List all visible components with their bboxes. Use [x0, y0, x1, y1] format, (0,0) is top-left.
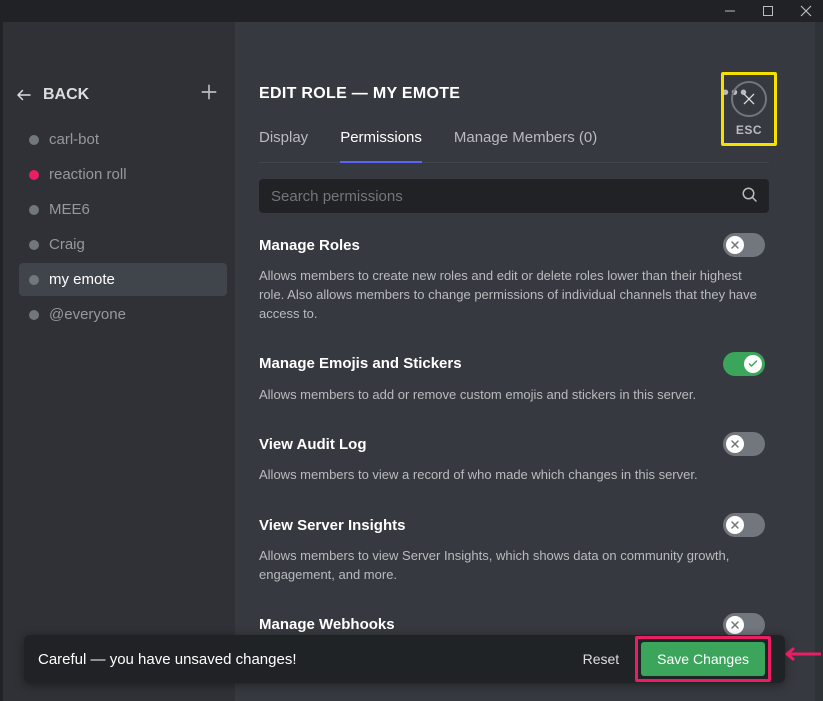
window-titlebar — [0, 0, 823, 22]
close-settings-button[interactable] — [731, 81, 767, 117]
page-title: EDIT ROLE — MY EMOTE — [259, 85, 460, 103]
search-permissions-input[interactable] — [259, 179, 769, 213]
unsaved-changes-toast: Careful — you have unsaved changes! Rese… — [24, 635, 785, 683]
permissions-list: Manage Roles Allows members to create new… — [259, 233, 769, 643]
role-item[interactable]: my emote — [19, 263, 227, 296]
role-item[interactable]: MEE6 — [19, 193, 227, 226]
permission-description: Allows members to add or remove custom e… — [259, 386, 765, 405]
permission-toggle[interactable] — [723, 613, 765, 637]
role-color-dot — [29, 170, 39, 180]
role-item[interactable]: @everyone — [19, 298, 227, 331]
maximize-button[interactable] — [755, 1, 781, 21]
close-icon — [741, 91, 757, 107]
x-icon — [726, 516, 744, 534]
permission-description: Allows members to view a record of who m… — [259, 466, 765, 485]
annotation-arrow — [781, 646, 821, 667]
permission-title: Manage Webhooks — [259, 616, 395, 633]
tab[interactable]: Display — [259, 129, 308, 162]
back-button[interactable]: BACK — [15, 86, 89, 104]
x-icon — [726, 616, 744, 634]
close-esc-highlight: ESC — [721, 72, 777, 146]
plus-icon — [199, 82, 219, 102]
role-color-dot — [29, 135, 39, 145]
tab[interactable]: Manage Members (0) — [454, 129, 597, 162]
minimize-button[interactable] — [717, 1, 743, 21]
permission-title: Manage Emojis and Stickers — [259, 355, 462, 372]
permission-description: Allows members to view Server Insights, … — [259, 547, 765, 585]
tab[interactable]: Permissions — [340, 129, 422, 162]
role-name: Craig — [49, 236, 85, 253]
tab-bar: Display Permissions Manage Members (0) — [259, 129, 769, 163]
permission-description: Allows members to create new roles and e… — [259, 267, 765, 324]
permission-item: View Server Insights Allows members to vi… — [259, 513, 765, 585]
role-item[interactable]: reaction roll — [19, 158, 227, 191]
permission-item: Manage Webhooks — [259, 613, 765, 637]
role-name: reaction roll — [49, 166, 127, 183]
toast-message: Careful — you have unsaved changes! — [38, 651, 567, 668]
reset-button[interactable]: Reset — [567, 643, 636, 675]
permission-item: Manage Roles Allows members to create new… — [259, 233, 765, 324]
permission-item: Manage Emojis and Stickers Allows members… — [259, 352, 765, 405]
permission-title: Manage Roles — [259, 237, 360, 254]
role-name: @everyone — [49, 306, 126, 323]
main-panel: EDIT ROLE — MY EMOTE ••• DisplayPermissi… — [235, 22, 809, 701]
role-name: carl-bot — [49, 131, 99, 148]
permission-toggle[interactable] — [723, 233, 765, 257]
roles-sidebar: BACK carl-bot reaction roll MEE6 Craig my em… — [3, 22, 235, 701]
search-icon — [741, 186, 759, 209]
permission-toggle[interactable] — [723, 513, 765, 537]
role-color-dot — [29, 205, 39, 215]
save-highlight: Save Changes — [635, 636, 771, 682]
role-item[interactable]: carl-bot — [19, 123, 227, 156]
role-color-dot — [29, 310, 39, 320]
role-name: MEE6 — [49, 201, 90, 218]
save-changes-button[interactable]: Save Changes — [641, 642, 765, 676]
role-color-dot — [29, 240, 39, 250]
scrollbar-track[interactable] — [815, 22, 823, 701]
permission-item: View Audit Log Allows members to view a r… — [259, 432, 765, 485]
back-label: BACK — [43, 86, 89, 104]
x-icon — [726, 236, 744, 254]
check-icon — [744, 355, 762, 373]
esc-label: ESC — [736, 123, 762, 137]
role-name: my emote — [49, 271, 115, 288]
role-color-dot — [29, 275, 39, 285]
permission-toggle[interactable] — [723, 352, 765, 376]
arrow-left-icon — [15, 86, 33, 104]
role-item[interactable]: Craig — [19, 228, 227, 261]
window-close-button[interactable] — [793, 1, 819, 21]
role-list: carl-bot reaction roll MEE6 Craig my emote @e… — [11, 123, 227, 331]
permission-title: View Server Insights — [259, 517, 405, 534]
add-role-button[interactable] — [199, 82, 219, 107]
permission-toggle[interactable] — [723, 432, 765, 456]
x-icon — [726, 435, 744, 453]
permission-title: View Audit Log — [259, 436, 367, 453]
